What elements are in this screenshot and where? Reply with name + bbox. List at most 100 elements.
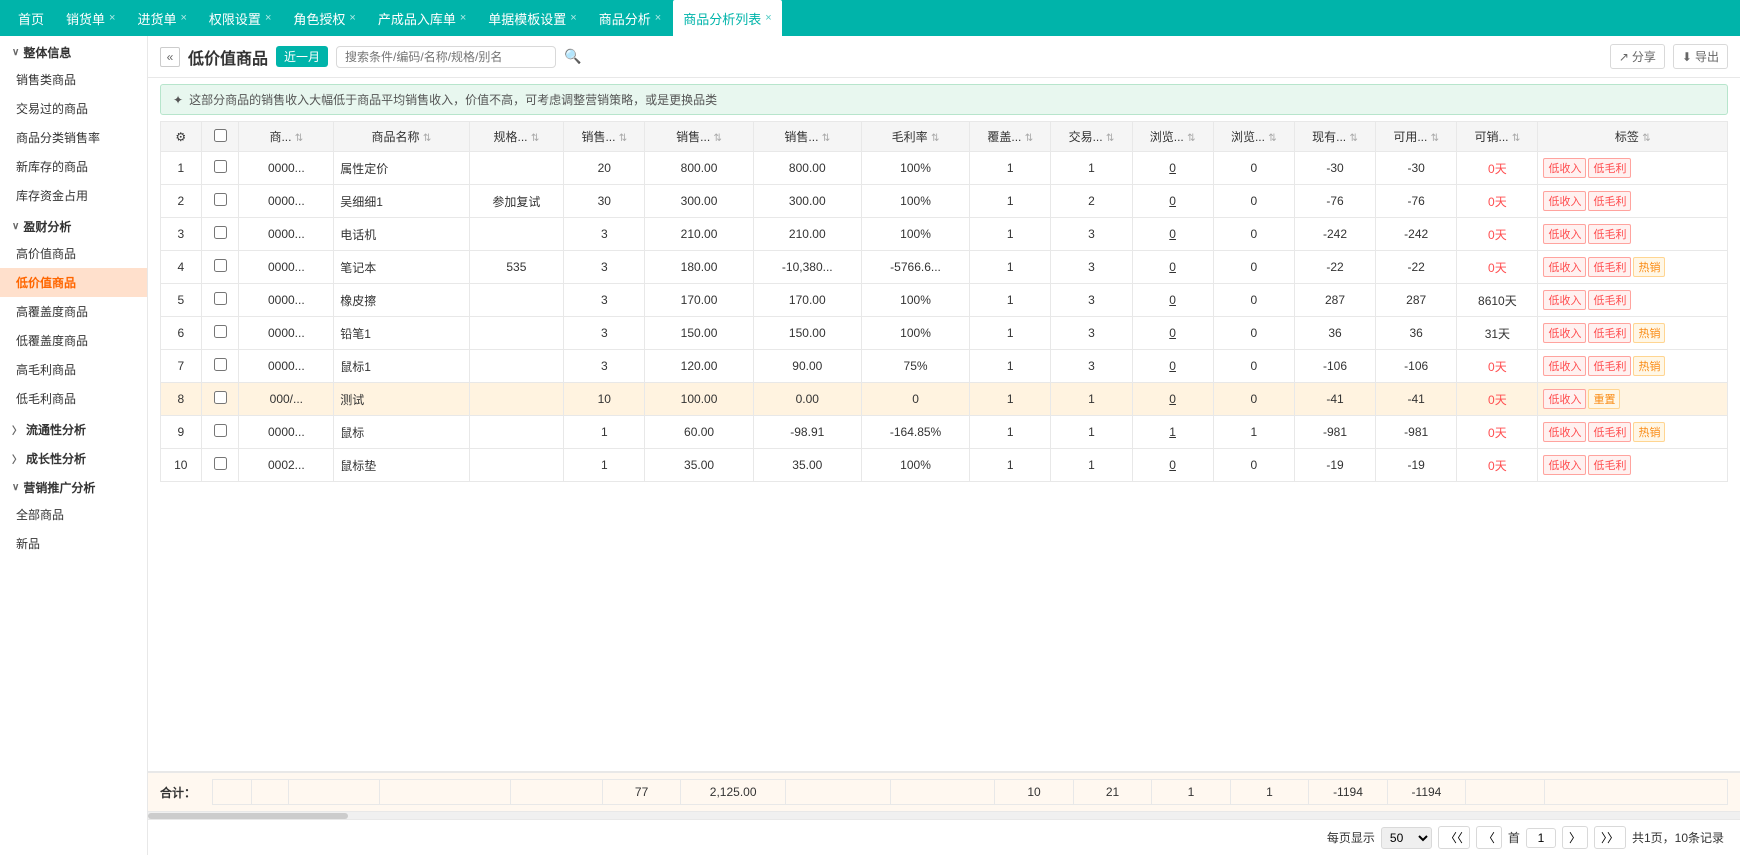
sidebar-group-profit[interactable]: ∨ 盈财分析: [0, 210, 147, 239]
nav-sales[interactable]: 销货单 ×: [56, 0, 125, 36]
th-stock3[interactable]: 可销... ⇅: [1457, 122, 1538, 152]
last-page-button[interactable]: 〉〉: [1594, 826, 1626, 849]
browse-link[interactable]: 0: [1169, 359, 1176, 373]
next-page-button[interactable]: 〉: [1562, 826, 1588, 849]
browse-link[interactable]: 0: [1169, 227, 1176, 241]
th-code[interactable]: 商... ⇅: [239, 122, 334, 152]
row-select-checkbox[interactable]: [214, 193, 227, 206]
row-checkbox[interactable]: [201, 383, 239, 416]
sidebar-item-low-coverage[interactable]: 低覆盖度商品: [0, 326, 147, 355]
browse-link[interactable]: 0: [1169, 260, 1176, 274]
share-button[interactable]: ↗ 分享: [1610, 44, 1665, 69]
sidebar-item-low-margin[interactable]: 低毛利商品: [0, 384, 147, 413]
th-stock2[interactable]: 可用... ⇅: [1376, 122, 1457, 152]
th-spec[interactable]: 规格... ⇅: [469, 122, 564, 152]
close-icon[interactable]: ×: [349, 12, 355, 24]
row-browse1[interactable]: 0: [1132, 383, 1213, 416]
prev-page-button[interactable]: 〈: [1476, 826, 1502, 849]
close-icon[interactable]: ×: [460, 12, 466, 24]
sidebar-group-overall[interactable]: ∨ 整体信息: [0, 36, 147, 65]
nav-goods-analysis[interactable]: 商品分析 ×: [589, 0, 671, 36]
row-select-checkbox[interactable]: [214, 358, 227, 371]
th-coverage[interactable]: 覆盖... ⇅: [970, 122, 1051, 152]
row-select-checkbox[interactable]: [214, 259, 227, 272]
th-trade[interactable]: 交易... ⇅: [1051, 122, 1132, 152]
th-checkbox[interactable]: [201, 122, 239, 152]
th-browse1[interactable]: 浏览... ⇅: [1132, 122, 1213, 152]
row-browse1[interactable]: 0: [1132, 350, 1213, 383]
browse-link[interactable]: 1: [1169, 425, 1176, 439]
sidebar-item-high-value[interactable]: 高价值商品: [0, 239, 147, 268]
nav-product-instock[interactable]: 产成品入库单 ×: [368, 0, 476, 36]
sidebar-item-stock-fund[interactable]: 库存资金占用: [0, 181, 147, 210]
row-browse1[interactable]: 1: [1132, 416, 1213, 449]
sidebar-group-circulation[interactable]: 〉 流通性分析: [0, 413, 147, 442]
row-select-checkbox[interactable]: [214, 160, 227, 173]
th-browse2[interactable]: 浏览... ⇅: [1213, 122, 1294, 152]
row-checkbox[interactable]: [201, 152, 239, 185]
filter-recent-month-button[interactable]: 近一月: [276, 46, 328, 67]
row-browse1[interactable]: 0: [1132, 449, 1213, 482]
th-stock1[interactable]: 现有... ⇅: [1294, 122, 1375, 152]
row-checkbox[interactable]: [201, 284, 239, 317]
row-select-checkbox[interactable]: [214, 325, 227, 338]
sidebar-item-low-value[interactable]: 低价值商品: [0, 268, 147, 297]
th-margin[interactable]: 毛利率 ⇅: [861, 122, 969, 152]
nav-goods-analysis-list[interactable]: 商品分析列表 ×: [673, 0, 781, 36]
browse-link[interactable]: 0: [1169, 194, 1176, 208]
nav-template[interactable]: 单据模板设置 ×: [478, 0, 586, 36]
sidebar-item-traded-goods[interactable]: 交易过的商品: [0, 94, 147, 123]
th-settings[interactable]: ⚙: [161, 122, 202, 152]
close-icon[interactable]: ×: [655, 12, 661, 24]
row-select-checkbox[interactable]: [214, 292, 227, 305]
close-icon[interactable]: ×: [180, 12, 186, 24]
nav-purchase[interactable]: 进货单 ×: [127, 0, 196, 36]
row-checkbox[interactable]: [201, 317, 239, 350]
close-icon[interactable]: ×: [765, 12, 771, 24]
sidebar-item-new-stock[interactable]: 新库存的商品: [0, 152, 147, 181]
row-checkbox[interactable]: [201, 416, 239, 449]
horizontal-scrollbar[interactable]: [148, 811, 1740, 819]
th-sales3[interactable]: 销售... ⇅: [753, 122, 861, 152]
browse-link[interactable]: 0: [1169, 458, 1176, 472]
search-icon[interactable]: 🔍: [564, 48, 581, 65]
sidebar-item-high-coverage[interactable]: 高覆盖度商品: [0, 297, 147, 326]
sidebar-item-sales-goods[interactable]: 销售类商品: [0, 65, 147, 94]
close-icon[interactable]: ×: [570, 12, 576, 24]
browse-link[interactable]: 0: [1169, 326, 1176, 340]
first-page-button[interactable]: 〈〈: [1438, 826, 1470, 849]
row-select-checkbox[interactable]: [214, 391, 227, 404]
row-checkbox[interactable]: [201, 350, 239, 383]
export-button[interactable]: ⬇ 导出: [1673, 44, 1728, 69]
nav-permission[interactable]: 权限设置 ×: [199, 0, 281, 36]
browse-link[interactable]: 0: [1169, 293, 1176, 307]
collapse-button[interactable]: «: [160, 47, 180, 67]
page-number-input[interactable]: [1526, 828, 1556, 848]
row-browse1[interactable]: 0: [1132, 284, 1213, 317]
browse-link[interactable]: 0: [1169, 161, 1176, 175]
row-browse1[interactable]: 0: [1132, 317, 1213, 350]
select-all-checkbox[interactable]: [214, 129, 227, 142]
search-input[interactable]: [336, 46, 556, 68]
th-sales2[interactable]: 销售... ⇅: [645, 122, 753, 152]
sidebar-item-high-margin[interactable]: 高毛利商品: [0, 355, 147, 384]
per-page-select[interactable]: 50 100 200: [1381, 827, 1432, 849]
scrollbar-thumb[interactable]: [148, 813, 348, 819]
th-name[interactable]: 商品名称 ⇅: [334, 122, 469, 152]
row-select-checkbox[interactable]: [214, 424, 227, 437]
sidebar-item-category-sales[interactable]: 商品分类销售率: [0, 123, 147, 152]
nav-home[interactable]: 首页: [8, 0, 54, 36]
row-select-checkbox[interactable]: [214, 457, 227, 470]
row-browse1[interactable]: 0: [1132, 185, 1213, 218]
close-icon[interactable]: ×: [265, 12, 271, 24]
row-browse1[interactable]: 0: [1132, 218, 1213, 251]
row-checkbox[interactable]: [201, 185, 239, 218]
nav-role[interactable]: 角色授权 ×: [283, 0, 365, 36]
row-select-checkbox[interactable]: [214, 226, 227, 239]
row-browse1[interactable]: 0: [1132, 251, 1213, 284]
sidebar-item-all-goods[interactable]: 全部商品: [0, 500, 147, 529]
sidebar-group-marketing[interactable]: ∨ 营销推广分析: [0, 471, 147, 500]
th-sales1[interactable]: 销售... ⇅: [564, 122, 645, 152]
browse-link[interactable]: 0: [1169, 392, 1176, 406]
close-icon[interactable]: ×: [109, 12, 115, 24]
